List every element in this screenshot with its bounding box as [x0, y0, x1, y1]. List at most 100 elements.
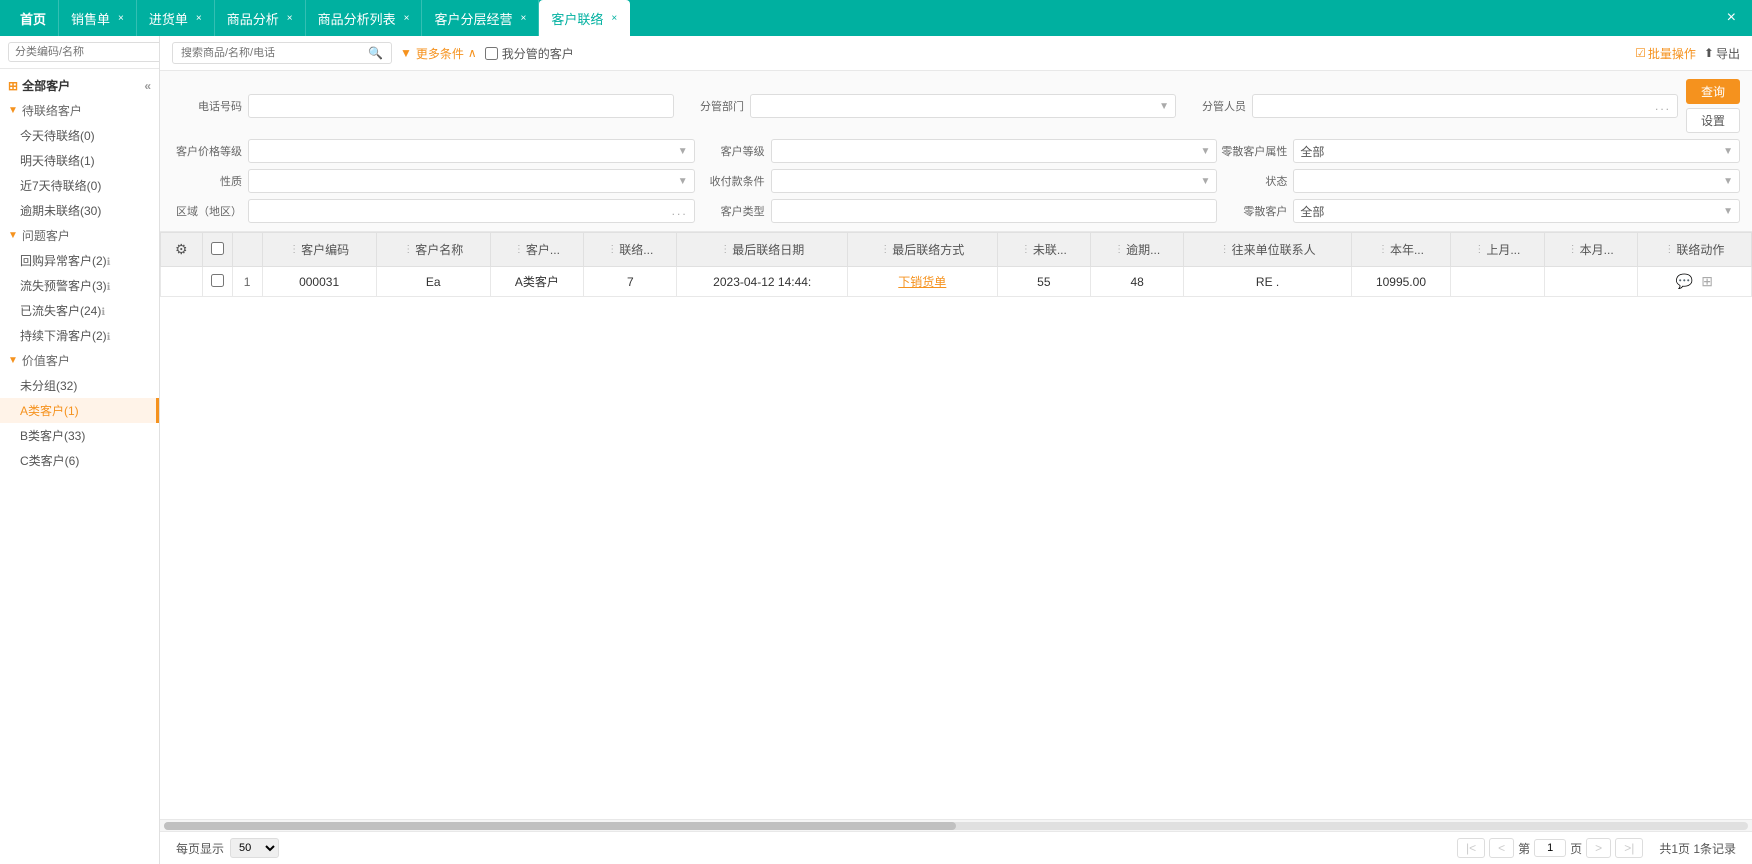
table-gear-button[interactable]: ⚙	[169, 239, 194, 260]
close-tab-analysis-icon[interactable]: ×	[287, 13, 293, 24]
info-icon-1-2[interactable]: ℹ	[101, 307, 105, 318]
mine-filter: 我分管的客户	[485, 45, 574, 62]
info-icon-1-0[interactable]: ℹ	[107, 257, 111, 268]
toolbar-right: ☑ 批量操作 ⬆ 导出	[1635, 45, 1740, 62]
per-page-select[interactable]: 50 100 200	[230, 838, 279, 858]
filter-select-3-2[interactable]: 全部▼	[1293, 199, 1740, 223]
nav-tab-analysis[interactable]: 商品分析×	[215, 0, 306, 36]
filter-select-1-2[interactable]: 全部▼	[1293, 139, 1740, 163]
sidebar-item-2-0[interactable]: 未分组(32)	[0, 373, 159, 398]
pagination: 每页显示 50 100 200 |< < 第 页 > >| 共1页 1条记录	[160, 831, 1752, 864]
nav-tab-purchase[interactable]: 进货单×	[137, 0, 215, 36]
cell-thismonth-0	[1544, 267, 1637, 297]
filter-input-0-0[interactable]	[248, 94, 674, 118]
page-size-area: 每页显示 50 100 200	[176, 838, 279, 858]
next-page-button[interactable]: >	[1586, 838, 1611, 858]
cell-contact-0: 7	[584, 267, 677, 297]
sidebar-item-0-0[interactable]: 今天待联络(0)	[0, 123, 159, 148]
mine-checkbox[interactable]	[485, 47, 498, 60]
sidebar-section-1[interactable]: ▼问题客户	[0, 223, 159, 248]
section-arrow-2: ▼	[8, 355, 18, 366]
last-method-link-0[interactable]: 下销货单	[898, 275, 946, 289]
chat-icon-0[interactable]: 💬	[1676, 273, 1693, 290]
filter-select-2-2[interactable]: ▼	[1293, 169, 1740, 193]
batch-op-button[interactable]: ☑ 批量操作	[1635, 45, 1696, 62]
sidebar-item-1-3[interactable]: 持续下滑客户(2)ℹ	[0, 323, 159, 348]
sidebar-item-2-2[interactable]: B类客户(33)	[0, 423, 159, 448]
last-page-button[interactable]: >|	[1615, 838, 1643, 858]
sidebar-section-2[interactable]: ▼价值客户	[0, 348, 159, 373]
col-handle-thisMonth[interactable]: ⋮	[1568, 244, 1578, 255]
main-search-icon[interactable]: 🔍	[368, 46, 383, 60]
prev-page-button[interactable]: <	[1489, 838, 1514, 858]
col-handle-name[interactable]: ⋮	[403, 244, 413, 255]
filter-select-2-1[interactable]: ▼	[771, 169, 1218, 193]
sidebar-item-1-0[interactable]: 回购异常客户(2)ℹ	[0, 248, 159, 273]
sidebar-item-2-3[interactable]: C类客户(6)	[0, 448, 159, 473]
info-icon-1-3[interactable]: ℹ	[107, 332, 111, 343]
sidebar: 🔍 ⊞ 全部客户 « ▼待联络客户今天待联络(0)明天待联络(1)近7天待联络(…	[0, 36, 160, 864]
close-tab-customer-tier-icon[interactable]: ×	[520, 13, 526, 24]
per-page-label: 每页显示	[176, 840, 224, 857]
col-handle-lastMethod[interactable]: ⋮	[880, 244, 890, 255]
close-all-button[interactable]: ×	[1719, 9, 1744, 27]
first-page-button[interactable]: |<	[1457, 838, 1485, 858]
filter-label-0-1: 分管部门	[674, 98, 744, 114]
sidebar-section-0[interactable]: ▼待联络客户	[0, 98, 159, 123]
sidebar-item-label-0-0: 今天待联络(0)	[20, 129, 95, 143]
sidebar-item-1-2[interactable]: 已流失客户(24)ℹ	[0, 298, 159, 323]
nav-tab-customer-tier[interactable]: 客户分层经营×	[422, 0, 539, 36]
export-button[interactable]: ⬆ 导出	[1704, 45, 1740, 62]
sidebar-search-input[interactable]	[8, 42, 160, 62]
sidebar-item-0-2[interactable]: 近7天待联络(0)	[0, 173, 159, 198]
sidebar-item-label-1-1: 流失预警客户(3)	[20, 279, 107, 293]
filter-select-1-0[interactable]: ▼	[248, 139, 695, 163]
col-handle-overdue[interactable]: ⋮	[1114, 244, 1124, 255]
sidebar-item-0-1[interactable]: 明天待联络(1)	[0, 148, 159, 173]
nav-tab-home[interactable]: 首页	[8, 0, 59, 36]
page-of-label: 页	[1570, 840, 1582, 857]
col-handle-lastDate[interactable]: ⋮	[720, 244, 730, 255]
col-handle-lastMonth[interactable]: ⋮	[1474, 244, 1484, 255]
sidebar-all-customers[interactable]: ⊞ 全部客户 «	[0, 69, 159, 98]
qr-icon-0[interactable]: ⊞	[1701, 273, 1713, 290]
sidebar-item-0-3[interactable]: 逾期未联络(30)	[0, 198, 159, 223]
filter-dots-3-0[interactable]: ...	[248, 199, 695, 223]
nav-tab-analysis-list[interactable]: 商品分析列表×	[306, 0, 423, 36]
filter-input-3-1[interactable]	[771, 199, 1218, 223]
close-tab-analysis-list-icon[interactable]: ×	[404, 13, 410, 24]
section-arrow-0: ▼	[8, 105, 18, 116]
page-label: 第	[1518, 840, 1530, 857]
col-handle-type[interactable]: ⋮	[514, 244, 524, 255]
filter-dots-0-2[interactable]: ...	[1252, 94, 1678, 118]
close-tab-customer-contact-icon[interactable]: ×	[611, 13, 617, 24]
page-number-input[interactable]	[1534, 839, 1566, 857]
horizontal-scrollbar[interactable]	[160, 819, 1752, 831]
sidebar-collapse-icon[interactable]: «	[144, 79, 151, 93]
advanced-filter: 电话号码分管部门▼分管人员... 查询 设置 客户价格等级▼客户等级▼零散客户属…	[160, 71, 1752, 232]
filter-select-0-1[interactable]: ▼	[750, 94, 1176, 118]
close-tab-sales-icon[interactable]: ×	[118, 13, 124, 24]
sidebar-item-1-1[interactable]: 流失预警客户(3)ℹ	[0, 273, 159, 298]
chevron-icon-1-1: ▼	[1200, 146, 1210, 157]
nav-tab-customer-contact[interactable]: 客户联络×	[539, 0, 630, 36]
col-handle-contactPerson[interactable]: ⋮	[1220, 244, 1230, 255]
more-filters-button[interactable]: ▼ 更多条件 ∧	[400, 45, 477, 62]
sidebar-item-label-2-2: B类客户(33)	[20, 429, 85, 443]
sidebar-item-2-1[interactable]: A类客户(1)	[0, 398, 159, 423]
main-search-input[interactable]	[181, 47, 364, 59]
col-handle-action[interactable]: ⋮	[1664, 244, 1674, 255]
select-all-checkbox[interactable]	[211, 242, 224, 255]
close-tab-purchase-icon[interactable]: ×	[196, 13, 202, 24]
col-handle-thisYear[interactable]: ⋮	[1378, 244, 1388, 255]
setting-button[interactable]: 设置	[1686, 108, 1740, 133]
col-handle-contact[interactable]: ⋮	[607, 244, 617, 255]
filter-select-1-1[interactable]: ▼	[771, 139, 1218, 163]
row-checkbox-0[interactable]	[211, 274, 224, 287]
col-handle-uncontacted[interactable]: ⋮	[1021, 244, 1031, 255]
filter-select-2-0[interactable]: ▼	[248, 169, 695, 193]
query-button[interactable]: 查询	[1686, 79, 1740, 104]
col-handle-code[interactable]: ⋮	[289, 244, 299, 255]
info-icon-1-1[interactable]: ℹ	[107, 282, 111, 293]
nav-tab-sales[interactable]: 销售单×	[59, 0, 137, 36]
